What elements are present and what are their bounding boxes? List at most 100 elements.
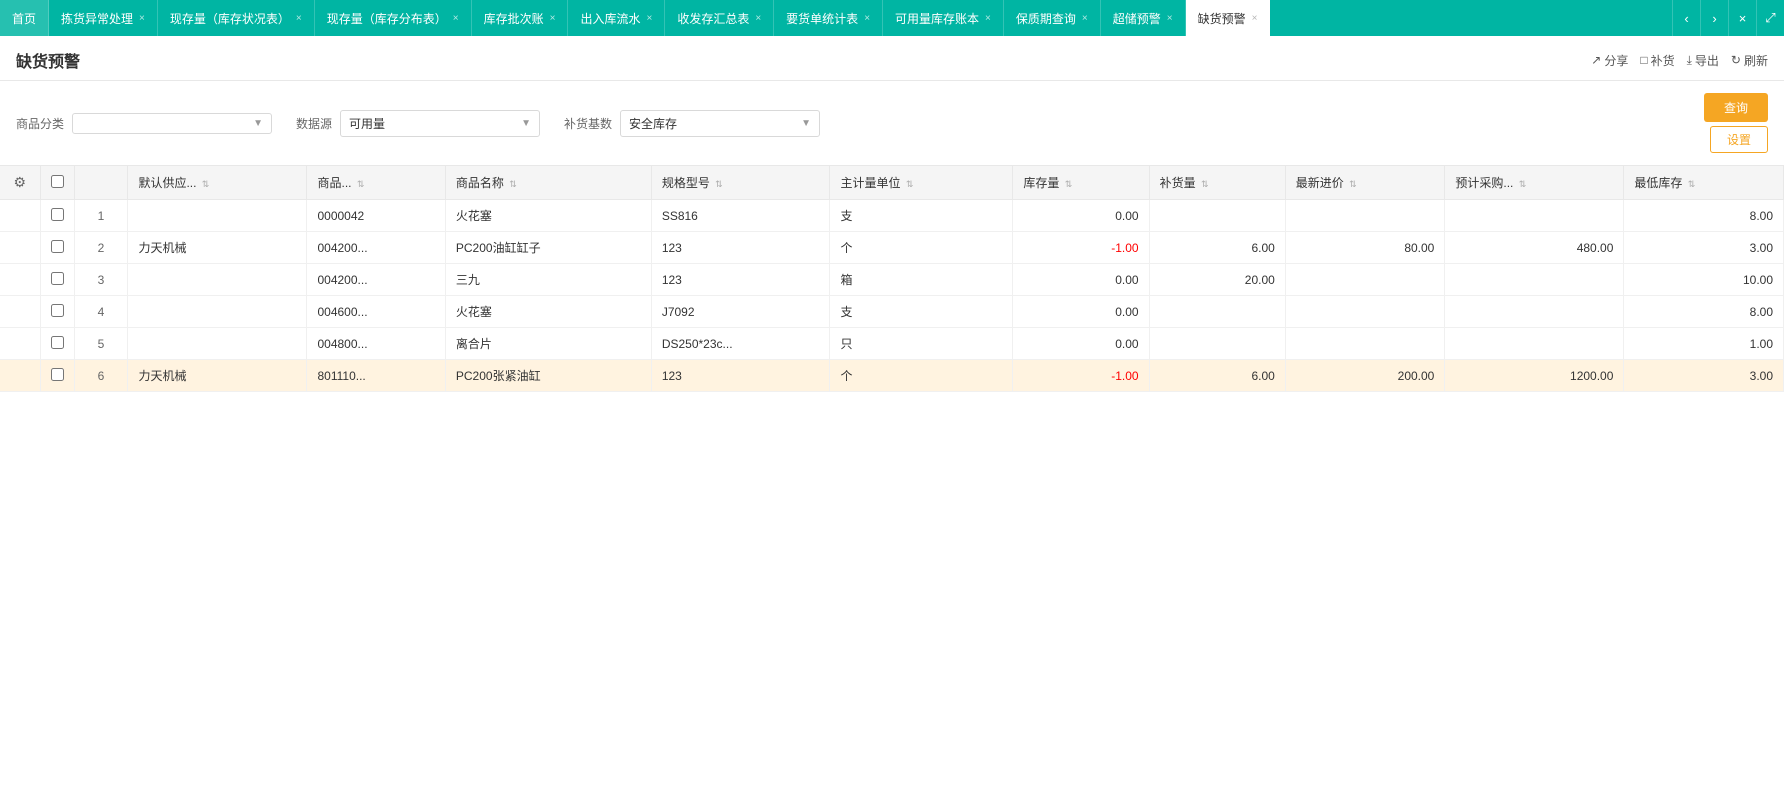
- column-latest-price[interactable]: 最新进价 ⇅: [1285, 166, 1445, 200]
- row-number: 2: [74, 232, 128, 264]
- tab-inout-close[interactable]: ×: [646, 13, 652, 24]
- query-button[interactable]: 查询: [1704, 93, 1768, 122]
- column-supplier[interactable]: 默认供应... ⇅: [128, 166, 307, 200]
- page-title: 缺货预警: [16, 48, 80, 72]
- row-spec: DS250*23c...: [651, 328, 830, 360]
- row-settings-cell: [0, 296, 40, 328]
- export-button[interactable]: ⤓ 导出: [1687, 52, 1719, 69]
- replenish-icon: □: [1640, 53, 1647, 67]
- column-unit[interactable]: 主计量单位 ⇅: [830, 166, 1013, 200]
- tab-stock-status[interactable]: 现存量（库存状况表） ×: [158, 0, 315, 36]
- row-goods-name: 三九: [445, 264, 651, 296]
- row-unit: 只: [830, 328, 1013, 360]
- nav-next-btn[interactable]: ›: [1700, 0, 1728, 36]
- replenish-base-select[interactable]: 安全库存 ▼: [620, 110, 820, 137]
- tab-shortage[interactable]: 缺货预警 ×: [1186, 0, 1271, 36]
- tab-expiry-close[interactable]: ×: [1082, 13, 1088, 24]
- tab-batch-label: 库存批次账: [484, 10, 544, 27]
- row-latest-price: 200.00: [1285, 360, 1445, 392]
- table-row: 6 力天机械 801110... PC200张紧油缸 123 个 -1.00 6…: [0, 360, 1784, 392]
- nav-prev-btn[interactable]: ‹: [1672, 0, 1700, 36]
- row-stock: 0.00: [1013, 328, 1149, 360]
- column-estimated-purchase[interactable]: 预计采购... ⇅: [1445, 166, 1624, 200]
- row-number: 6: [74, 360, 128, 392]
- row-supplier: [128, 296, 307, 328]
- tab-available[interactable]: 可用量库存账本 ×: [883, 0, 1004, 36]
- row-checkbox[interactable]: [51, 272, 64, 285]
- row-checkbox-cell: [40, 200, 74, 232]
- row-number: 3: [74, 264, 128, 296]
- replenish-button[interactable]: □ 补货: [1640, 52, 1674, 69]
- share-icon: ↗: [1591, 53, 1601, 67]
- tab-summary-close[interactable]: ×: [755, 13, 761, 24]
- replenish-base-select-value: 安全库存: [629, 115, 797, 132]
- share-button[interactable]: ↗ 分享: [1591, 52, 1628, 69]
- row-number: 1: [74, 200, 128, 232]
- column-goods-code[interactable]: 商品... ⇅: [307, 166, 445, 200]
- nav-expand-btn[interactable]: ⤢: [1756, 0, 1784, 36]
- goods-code-sort-icon: ⇅: [357, 179, 365, 189]
- tab-order-stat[interactable]: 要货单统计表 ×: [774, 0, 883, 36]
- datasource-select[interactable]: 可用量 ▼: [340, 110, 540, 137]
- row-checkbox[interactable]: [51, 208, 64, 221]
- replenish-base-filter-group: 补货基数 安全库存 ▼: [564, 110, 820, 137]
- refresh-button[interactable]: ↻ 刷新: [1731, 52, 1768, 69]
- row-settings-cell: [0, 232, 40, 264]
- row-min-stock: 8.00: [1624, 200, 1784, 232]
- tab-batch-close[interactable]: ×: [550, 13, 556, 24]
- row-checkbox[interactable]: [51, 304, 64, 317]
- row-latest-price: [1285, 264, 1445, 296]
- tab-summary[interactable]: 收发存汇总表 ×: [665, 0, 774, 36]
- tab-stock-dist[interactable]: 现存量（库存分布表） ×: [315, 0, 472, 36]
- header-actions: ↗ 分享 □ 补货 ⤓ 导出 ↻ 刷新: [1591, 52, 1768, 69]
- table-container: ⚙ 默认供应... ⇅ 商品... ⇅ 商品名称: [0, 166, 1784, 392]
- column-min-stock[interactable]: 最低库存 ⇅: [1624, 166, 1784, 200]
- row-latest-price: 80.00: [1285, 232, 1445, 264]
- row-checkbox[interactable]: [51, 368, 64, 381]
- row-goods-name: PC200油缸缸子: [445, 232, 651, 264]
- row-checkbox[interactable]: [51, 336, 64, 349]
- tab-picking-close[interactable]: ×: [139, 13, 145, 24]
- tab-stock-dist-close[interactable]: ×: [453, 13, 459, 24]
- table-row: 2 力天机械 004200... PC200油缸缸子 123 个 -1.00 6…: [0, 232, 1784, 264]
- tab-home[interactable]: 首页: [0, 0, 49, 36]
- tab-overstock[interactable]: 超储预警 ×: [1101, 0, 1186, 36]
- tab-shortage-close[interactable]: ×: [1252, 13, 1258, 24]
- settings-button[interactable]: 设置: [1710, 126, 1768, 153]
- row-min-stock: 3.00: [1624, 232, 1784, 264]
- tab-stock-status-close[interactable]: ×: [296, 13, 302, 24]
- tab-available-close[interactable]: ×: [985, 13, 991, 24]
- row-unit: 支: [830, 200, 1013, 232]
- export-icon: ⤓: [1687, 53, 1692, 68]
- tab-expiry-label: 保质期查询: [1016, 10, 1076, 27]
- tab-inout[interactable]: 出入库流水 ×: [568, 0, 665, 36]
- row-goods-name: 离合片: [445, 328, 651, 360]
- column-spec[interactable]: 规格型号 ⇅: [651, 166, 830, 200]
- tab-overstock-close[interactable]: ×: [1167, 13, 1173, 24]
- tab-expiry[interactable]: 保质期查询 ×: [1004, 0, 1101, 36]
- nav-close-btn[interactable]: ×: [1728, 0, 1756, 36]
- row-estimated-purchase: [1445, 296, 1624, 328]
- row-replenish-qty: [1149, 296, 1285, 328]
- row-checkbox[interactable]: [51, 240, 64, 253]
- row-replenish-qty: 6.00: [1149, 360, 1285, 392]
- column-replenish-qty[interactable]: 补货量 ⇅: [1149, 166, 1285, 200]
- row-spec: 123: [651, 360, 830, 392]
- column-settings[interactable]: ⚙: [0, 166, 40, 200]
- tab-order-stat-close[interactable]: ×: [864, 13, 870, 24]
- column-stock[interactable]: 库存量 ⇅: [1013, 166, 1149, 200]
- gear-icon: ⚙: [13, 174, 26, 190]
- row-checkbox-cell: [40, 232, 74, 264]
- column-goods-name[interactable]: 商品名称 ⇅: [445, 166, 651, 200]
- row-min-stock: 3.00: [1624, 360, 1784, 392]
- tab-picking[interactable]: 拣货异常处理 ×: [49, 0, 158, 36]
- tab-batch[interactable]: 库存批次账 ×: [472, 0, 569, 36]
- refresh-label: 刷新: [1744, 52, 1768, 69]
- row-replenish-qty: [1149, 328, 1285, 360]
- row-goods-code: 004600...: [307, 296, 445, 328]
- category-filter-group: 商品分类 ▼: [16, 113, 272, 134]
- row-number: 5: [74, 328, 128, 360]
- select-all-checkbox[interactable]: [51, 175, 64, 188]
- row-latest-price: [1285, 296, 1445, 328]
- category-select[interactable]: ▼: [72, 113, 272, 134]
